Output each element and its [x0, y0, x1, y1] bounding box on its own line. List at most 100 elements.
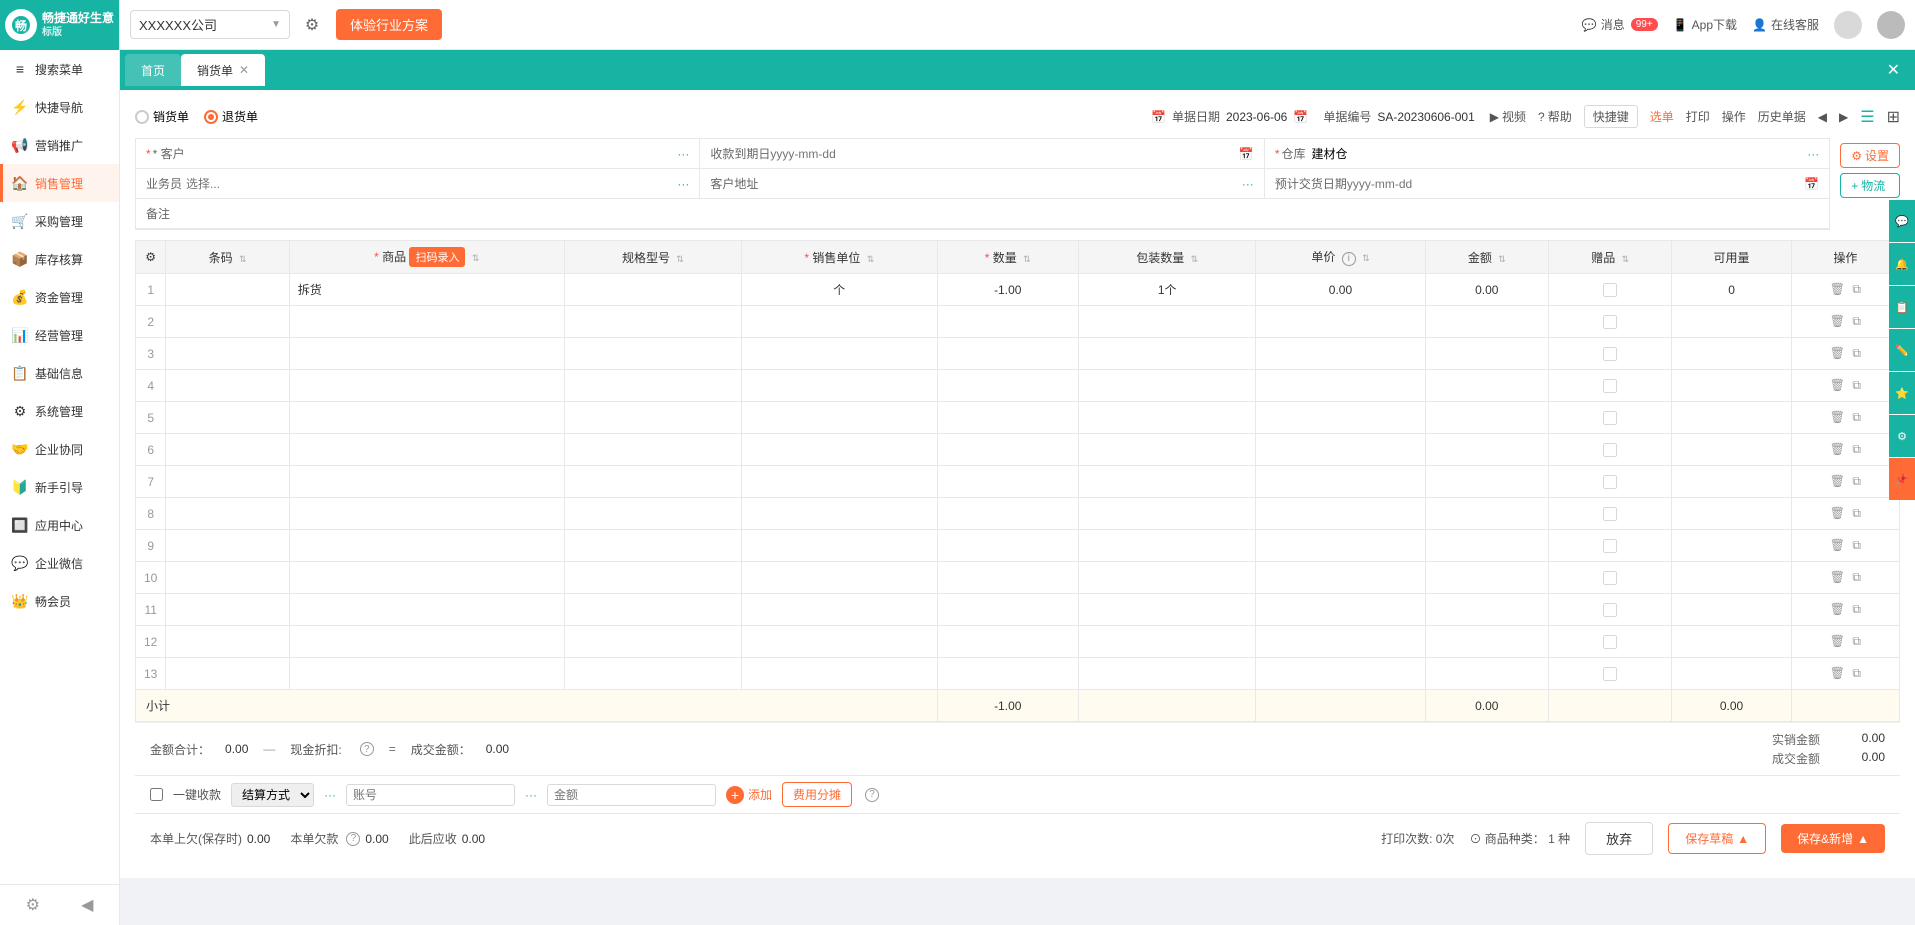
video-btn[interactable]: ▶ 视频 [1490, 108, 1526, 125]
row-amount-4[interactable] [1425, 370, 1548, 402]
gift-checkbox-4[interactable] [1603, 379, 1617, 393]
th-amount[interactable]: 金额 ⇅ [1425, 241, 1548, 274]
row-unit-1[interactable]: 个 [742, 274, 937, 306]
row-unit-6[interactable] [742, 434, 937, 466]
sidebar-item-basic-info[interactable]: 📋 基础信息 [0, 354, 119, 392]
th-barcode[interactable]: 条码 ⇅ [166, 241, 289, 274]
gift-checkbox-3[interactable] [1603, 347, 1617, 361]
row-pack-4[interactable] [1078, 370, 1255, 402]
row-unit-5[interactable] [742, 402, 937, 434]
row-product-5[interactable] [289, 402, 564, 434]
row-barcode-5[interactable] [166, 402, 289, 434]
row-unit-4[interactable] [742, 370, 937, 402]
row-price-6[interactable] [1256, 434, 1425, 466]
row-copy-4[interactable]: ⧉ [1852, 378, 1861, 392]
row-qty-13[interactable] [937, 658, 1078, 690]
sidebar-item-member[interactable]: 👑 畅会员 [0, 582, 119, 620]
select-btn[interactable]: 选单 [1650, 108, 1674, 125]
account-dots[interactable]: ··· [525, 788, 537, 802]
row-spec-6[interactable] [564, 434, 741, 466]
row-spec-5[interactable] [564, 402, 741, 434]
expected-date-calendar[interactable]: 📅 [1804, 177, 1819, 191]
expense-btn[interactable]: 费用分摊 [782, 782, 852, 807]
sidebar-item-quick-nav[interactable]: ⚡ 快捷导航 [0, 88, 119, 126]
row-spec-10[interactable] [564, 562, 741, 594]
row-spec-11[interactable] [564, 594, 741, 626]
operations-btn[interactable]: 操作 [1722, 108, 1746, 125]
th-qty[interactable]: * 数量 ⇅ [937, 241, 1078, 274]
discount-info-icon[interactable]: ? [360, 742, 374, 756]
row-copy-10[interactable]: ⧉ [1852, 570, 1861, 584]
row-barcode-6[interactable] [166, 434, 289, 466]
row-spec-13[interactable] [564, 658, 741, 690]
row-qty-8[interactable] [937, 498, 1078, 530]
expense-info-icon[interactable]: ? [865, 788, 879, 802]
row-product-9[interactable] [289, 530, 564, 562]
sidebar-item-wechat[interactable]: 💬 企业微信 [0, 544, 119, 582]
settlement-select[interactable]: 结算方式 [231, 783, 314, 807]
row-unit-11[interactable] [742, 594, 937, 626]
row-pack-11[interactable] [1078, 594, 1255, 626]
sidebar-item-marketing[interactable]: 📢 营销推广 [0, 126, 119, 164]
row-qty-7[interactable] [937, 466, 1078, 498]
row-delete-13[interactable]: 🗑 [1830, 666, 1845, 680]
customer-addr-input[interactable] [770, 177, 1237, 191]
th-unit[interactable]: * 销售单位 ⇅ [742, 241, 937, 274]
row-qty-9[interactable] [937, 530, 1078, 562]
row-barcode-13[interactable] [166, 658, 289, 690]
gift-checkbox-7[interactable] [1603, 475, 1617, 489]
gift-checkbox-8[interactable] [1603, 507, 1617, 521]
th-pack[interactable]: 包装数量 ⇅ [1078, 241, 1255, 274]
row-pack-10[interactable] [1078, 562, 1255, 594]
row-amount-11[interactable] [1425, 594, 1548, 626]
save-draft-btn[interactable]: 保存草稿 ▲ [1668, 823, 1766, 854]
row-amount-2[interactable] [1425, 306, 1548, 338]
radio-sales-order[interactable]: 销货单 [135, 108, 189, 125]
row-unit-10[interactable] [742, 562, 937, 594]
row-amount-12[interactable] [1425, 626, 1548, 658]
row-copy-3[interactable]: ⧉ [1852, 346, 1861, 360]
due-date-input[interactable] [770, 147, 1234, 161]
list-view-btn[interactable]: ☰ [1860, 107, 1874, 127]
row-spec-4[interactable] [564, 370, 741, 402]
gift-checkbox-2[interactable] [1603, 315, 1617, 329]
sidebar-item-inventory[interactable]: 📦 库存核算 [0, 240, 119, 278]
shortcuts-btn[interactable]: 快捷键 [1584, 105, 1638, 128]
row-price-3[interactable] [1256, 338, 1425, 370]
grid-view-btn[interactable]: ⊞ [1887, 107, 1900, 127]
tab-close-window[interactable]: ✕ [1877, 60, 1910, 80]
row-amount-1[interactable]: 0.00 [1425, 274, 1548, 306]
row-pack-5[interactable] [1078, 402, 1255, 434]
next-btn[interactable]: ▶ [1839, 110, 1848, 124]
row-barcode-11[interactable] [166, 594, 289, 626]
row-product-4[interactable] [289, 370, 564, 402]
row-barcode-8[interactable] [166, 498, 289, 530]
customer-input[interactable] [193, 147, 674, 161]
user-avatar[interactable] [1834, 11, 1862, 39]
sidebar-item-cooperation[interactable]: 🤝 企业协同 [0, 430, 119, 468]
row-delete-3[interactable]: 🗑 [1830, 346, 1845, 360]
row-barcode-1[interactable] [166, 274, 289, 306]
row-unit-2[interactable] [742, 306, 937, 338]
row-spec-7[interactable] [564, 466, 741, 498]
row-copy-6[interactable]: ⧉ [1852, 442, 1861, 456]
row-barcode-12[interactable] [166, 626, 289, 658]
gift-checkbox-11[interactable] [1603, 603, 1617, 617]
gift-checkbox-10[interactable] [1603, 571, 1617, 585]
calendar-icon[interactable]: 📅 [1293, 110, 1308, 124]
salesperson-input[interactable] [186, 177, 673, 191]
row-pack-1[interactable]: 1个 [1078, 274, 1255, 306]
sidebar-item-search[interactable]: ≡ 搜索菜单 [0, 50, 119, 88]
add-payment-btn[interactable]: + 添加 [726, 786, 772, 804]
row-gift-3[interactable] [1549, 338, 1672, 370]
vri-btn-7[interactable]: 📌 [1889, 458, 1915, 500]
vri-btn-3[interactable]: 📋 [1889, 286, 1915, 328]
row-price-10[interactable] [1256, 562, 1425, 594]
row-gift-6[interactable] [1549, 434, 1672, 466]
row-copy-8[interactable]: ⧉ [1852, 506, 1861, 520]
th-product[interactable]: * 商品 扫码录入 ⇅ [289, 241, 564, 274]
row-pack-9[interactable] [1078, 530, 1255, 562]
row-price-11[interactable] [1256, 594, 1425, 626]
row-gift-11[interactable] [1549, 594, 1672, 626]
row-price-7[interactable] [1256, 466, 1425, 498]
